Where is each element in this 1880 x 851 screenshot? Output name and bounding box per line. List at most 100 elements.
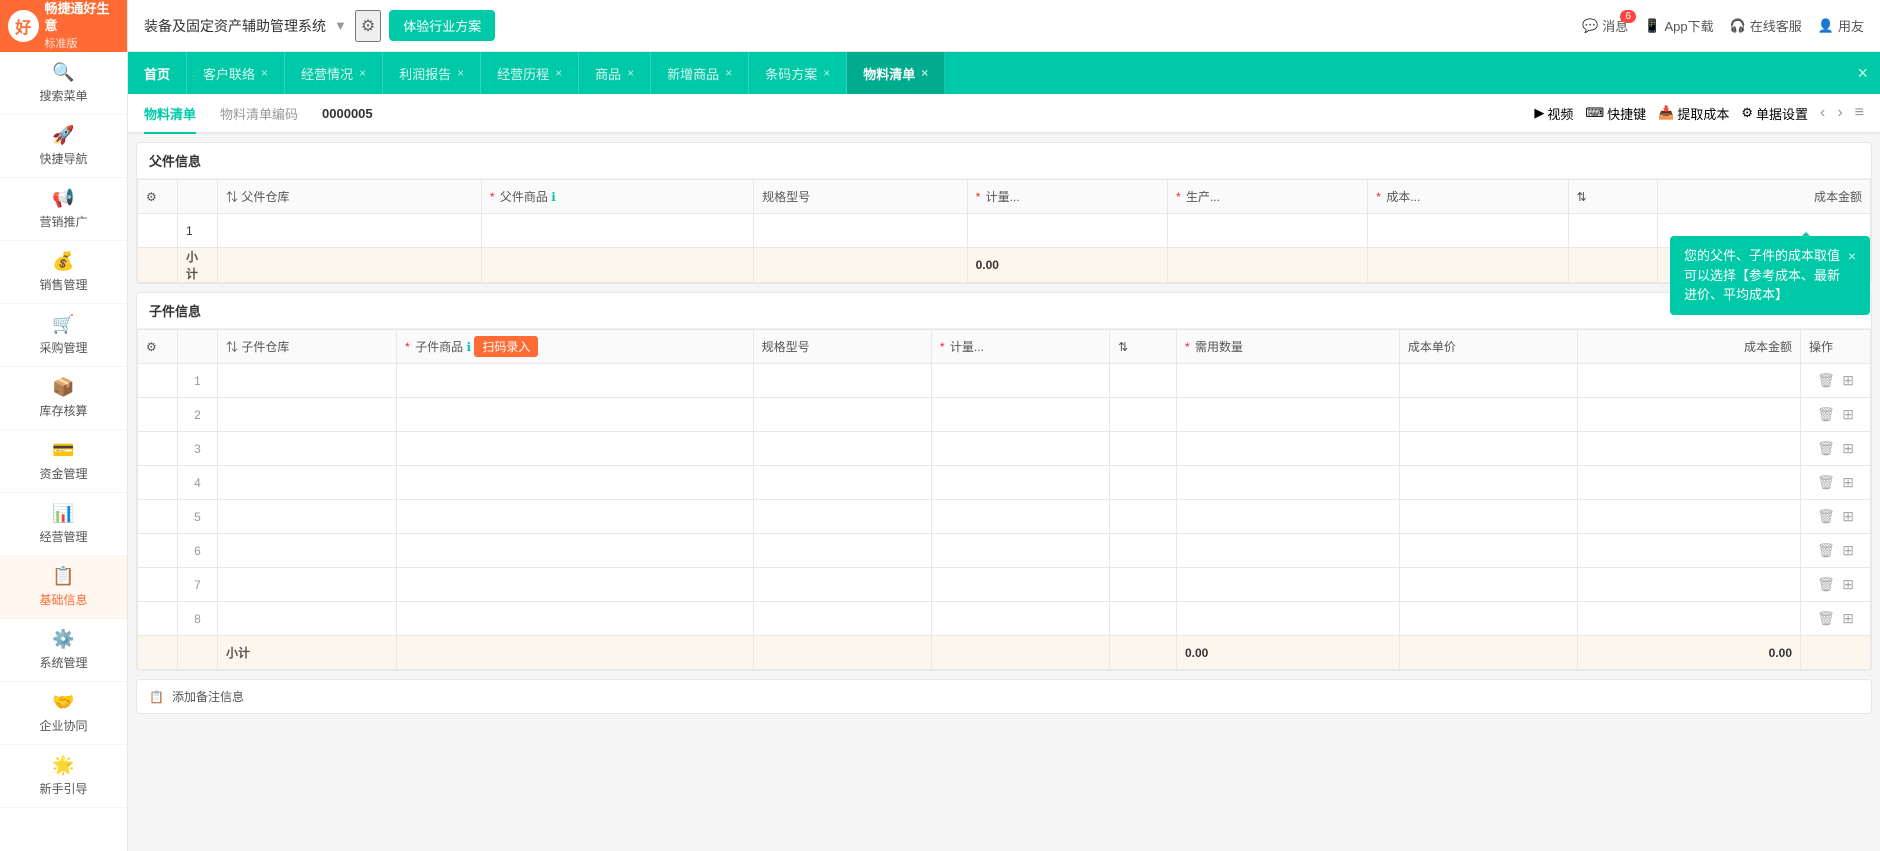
- tab-close-profit[interactable]: ×: [457, 66, 464, 80]
- child-goods-cell[interactable]: [397, 602, 754, 636]
- tab-barcode[interactable]: 条码方案 ×: [749, 52, 847, 94]
- delete-icon[interactable]: 🗑: [1817, 508, 1835, 524]
- tab-new-goods[interactable]: 新增商品 ×: [651, 52, 749, 94]
- delete-icon[interactable]: 🗑: [1817, 576, 1835, 592]
- child-spec-cell[interactable]: [753, 568, 931, 602]
- copy-icon[interactable]: ⊞: [1842, 508, 1854, 524]
- copy-icon[interactable]: ⊞: [1842, 440, 1854, 456]
- close-all-tabs[interactable]: ×: [1845, 63, 1880, 84]
- tab-history[interactable]: 经营历程 ×: [481, 52, 579, 94]
- child-quantity-cell[interactable]: [931, 466, 1109, 500]
- dropdown-icon[interactable]: ▼: [334, 18, 347, 33]
- delete-icon[interactable]: 🗑: [1817, 542, 1835, 558]
- child-quantity-cell[interactable]: [931, 432, 1109, 466]
- copy-icon[interactable]: ⊞: [1842, 576, 1854, 592]
- delete-icon[interactable]: 🗑: [1817, 610, 1835, 626]
- delete-icon[interactable]: 🗑: [1817, 474, 1835, 490]
- child-goods-cell[interactable]: [397, 500, 754, 534]
- app-download-button[interactable]: 📱 App下载: [1644, 16, 1713, 35]
- child-spec-cell[interactable]: [753, 602, 931, 636]
- child-spec-cell[interactable]: [753, 398, 931, 432]
- nav-prev-btn[interactable]: ‹: [1820, 104, 1825, 122]
- sidebar-item-basic[interactable]: 📋 基础信息: [0, 556, 127, 619]
- child-spec-cell[interactable]: [753, 534, 931, 568]
- child-need-qty-cell[interactable]: [1177, 500, 1400, 534]
- child-col-settings-icon[interactable]: ⚙: [146, 340, 157, 354]
- parent-quantity-cell[interactable]: [967, 214, 1167, 248]
- child-need-qty-cell[interactable]: [1177, 534, 1400, 568]
- sidebar-item-search[interactable]: 🔍 搜索菜单: [0, 52, 127, 115]
- delete-icon[interactable]: 🗑: [1817, 406, 1835, 422]
- copy-icon[interactable]: ⊞: [1842, 372, 1854, 388]
- child-cost-price-cell[interactable]: [1399, 602, 1577, 636]
- child-goods-cell[interactable]: [397, 534, 754, 568]
- nav-next-btn[interactable]: ›: [1837, 104, 1842, 122]
- tooltip-close-btn[interactable]: ×: [1848, 246, 1856, 267]
- parent-goods-cell[interactable]: [481, 214, 753, 248]
- tab-close-bom[interactable]: ×: [921, 66, 928, 80]
- child-warehouse-cell[interactable]: [218, 432, 397, 466]
- shortcut-btn[interactable]: ⌨ 快捷键: [1585, 104, 1646, 123]
- tab-profit[interactable]: 利润报告 ×: [383, 52, 481, 94]
- tab-goods[interactable]: 商品 ×: [579, 52, 651, 94]
- child-warehouse-cell[interactable]: [218, 466, 397, 500]
- copy-icon[interactable]: ⊞: [1842, 542, 1854, 558]
- tab-close-history[interactable]: ×: [555, 66, 562, 80]
- user-avatar[interactable]: 👤 用友: [1818, 16, 1864, 35]
- sidebar-item-finance[interactable]: 💳 资金管理: [0, 430, 127, 493]
- extract-cost-btn[interactable]: 📥 提取成本: [1658, 104, 1729, 123]
- child-need-qty-cell[interactable]: [1177, 432, 1400, 466]
- child-spec-cell[interactable]: [753, 466, 931, 500]
- settings-button[interactable]: ⚙: [355, 10, 381, 42]
- parent-produce-cell[interactable]: [1167, 214, 1367, 248]
- child-warehouse-cell[interactable]: [218, 398, 397, 432]
- tab-customer[interactable]: 客户联络 ×: [187, 52, 285, 94]
- tab-bom[interactable]: 物料清单 ×: [847, 52, 945, 94]
- child-need-qty-cell[interactable]: [1177, 398, 1400, 432]
- child-cost-price-cell[interactable]: [1399, 466, 1577, 500]
- child-goods-cell[interactable]: [397, 568, 754, 602]
- child-spec-cell[interactable]: [753, 364, 931, 398]
- sidebar-item-marketing[interactable]: 📢 营销推广: [0, 178, 127, 241]
- sidebar-item-purchase[interactable]: 🛒 采购管理: [0, 304, 127, 367]
- col-settings-icon[interactable]: ⚙: [146, 190, 157, 204]
- child-cost-price-cell[interactable]: [1399, 534, 1577, 568]
- copy-icon[interactable]: ⊞: [1842, 406, 1854, 422]
- tab-close-operation[interactable]: ×: [359, 66, 366, 80]
- child-goods-cell[interactable]: [397, 432, 754, 466]
- sidebar-item-system[interactable]: ⚙️ 系统管理: [0, 619, 127, 682]
- view-btn[interactable]: ▶ 视频: [1534, 104, 1573, 123]
- sidebar-item-guide[interactable]: 🌟 新手引导: [0, 745, 127, 808]
- tab-operation-status[interactable]: 经营情况 ×: [285, 52, 383, 94]
- single-settings-btn[interactable]: ⚙ 单据设置: [1741, 104, 1808, 123]
- child-need-qty-cell[interactable]: [1177, 568, 1400, 602]
- tab-close-new-goods[interactable]: ×: [725, 66, 732, 80]
- delete-icon[interactable]: 🗑: [1817, 440, 1835, 456]
- child-cost-price-cell[interactable]: [1399, 500, 1577, 534]
- scan-button[interactable]: 扫码录入: [474, 336, 538, 357]
- child-goods-cell[interactable]: [397, 364, 754, 398]
- copy-icon[interactable]: ⊞: [1842, 474, 1854, 490]
- sidebar-item-sales[interactable]: 💰 销售管理: [0, 241, 127, 304]
- child-quantity-cell[interactable]: [931, 398, 1109, 432]
- child-cost-price-cell[interactable]: [1399, 432, 1577, 466]
- sub-tab-bom-list[interactable]: 物料清单: [144, 94, 196, 134]
- child-need-qty-cell[interactable]: [1177, 602, 1400, 636]
- parent-cost-cell[interactable]: [1368, 214, 1568, 248]
- tab-home[interactable]: 首页: [128, 52, 187, 94]
- child-cost-price-cell[interactable]: [1399, 364, 1577, 398]
- child-quantity-cell[interactable]: [931, 602, 1109, 636]
- child-goods-cell[interactable]: [397, 398, 754, 432]
- child-warehouse-cell[interactable]: [218, 568, 397, 602]
- child-cost-price-cell[interactable]: [1399, 568, 1577, 602]
- child-need-qty-cell[interactable]: [1177, 364, 1400, 398]
- child-quantity-cell[interactable]: [931, 364, 1109, 398]
- tab-close-customer[interactable]: ×: [261, 66, 268, 80]
- message-button[interactable]: 💬 消息 6: [1582, 16, 1628, 35]
- child-quantity-cell[interactable]: [931, 568, 1109, 602]
- tab-close-barcode[interactable]: ×: [823, 66, 830, 80]
- trial-button[interactable]: 体验行业方案: [389, 10, 495, 41]
- tab-close-goods[interactable]: ×: [627, 66, 634, 80]
- child-quantity-cell[interactable]: [931, 534, 1109, 568]
- sidebar-item-coop[interactable]: 🤝 企业协同: [0, 682, 127, 745]
